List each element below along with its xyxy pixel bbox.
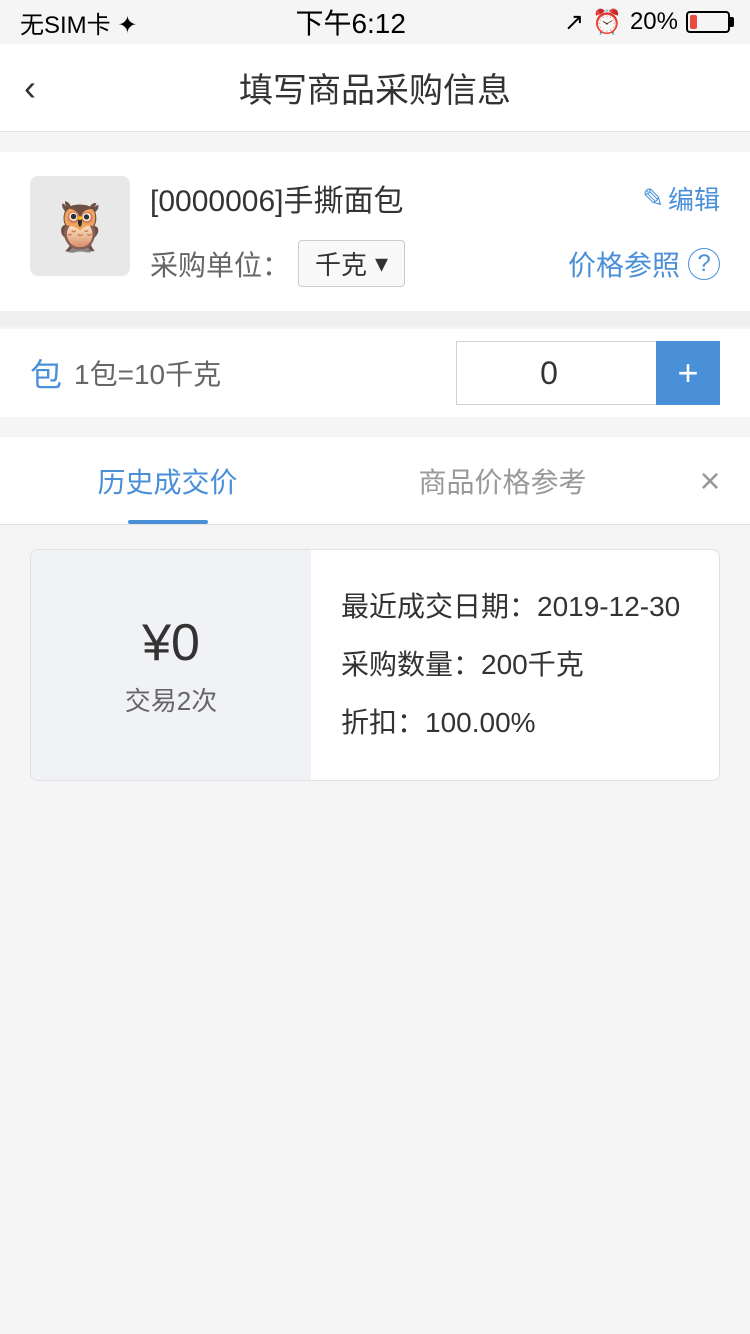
price-ref-help-icon: ? — [688, 248, 720, 280]
discount-value: 100.00% — [425, 707, 536, 738]
battery-icon — [686, 11, 730, 33]
quantity-input[interactable] — [456, 341, 656, 405]
tab-active-indicator — [128, 520, 208, 524]
product-name-row: [0000006]手撕面包 ✎ 编辑 — [150, 176, 720, 220]
unit-value: 千克 — [315, 245, 367, 282]
alarm-icon: ⏰ — [592, 8, 622, 37]
quantity-row: 包 1包=10千克 + — [0, 329, 750, 417]
status-bar: 无SIM卡 ✦ 下午6:12 ↗ ⏰ 20% — [0, 0, 750, 44]
status-left: 无SIM卡 ✦ — [20, 5, 137, 40]
recent-date-label: 最近成交日期： — [341, 591, 537, 622]
unit-conversion-text: 1包=10千克 — [74, 353, 221, 393]
divider-1 — [0, 311, 750, 327]
tab-history-price[interactable]: 历史成交价 — [0, 437, 335, 524]
history-purchase-qty: 采购数量：200千克 — [341, 644, 689, 686]
product-logo-icon: 🦉 — [50, 198, 110, 255]
unit-selector[interactable]: 千克 ▾ — [298, 240, 405, 287]
back-button[interactable]: ‹ — [24, 67, 36, 109]
status-right: ↗ ⏰ 20% — [564, 8, 730, 37]
history-price-summary: ¥0 交易2次 — [31, 550, 311, 780]
product-thumbnail: 🦉 — [30, 176, 130, 276]
history-discount: 折扣：100.00% — [341, 702, 689, 744]
edit-button[interactable]: ✎ 编辑 — [642, 180, 720, 217]
edit-icon: ✎ — [642, 183, 664, 214]
price-ref-label: 价格参照 — [568, 244, 680, 284]
quantity-plus-button[interactable]: + — [656, 341, 720, 405]
location-icon: ↗ — [564, 8, 584, 37]
tabs-bar: 历史成交价 商品价格参考 × — [0, 437, 750, 525]
recent-date-value: 2019-12-30 — [537, 591, 680, 622]
status-time: 下午6:12 — [295, 2, 406, 42]
purchase-qty-label: 采购数量： — [341, 649, 481, 680]
tab-product-price-ref[interactable]: 商品价格参考 — [335, 437, 670, 524]
quantity-unit-info: 包 1包=10千克 — [30, 350, 221, 396]
history-card: ¥0 交易2次 最近成交日期：2019-12-30 采购数量：200千克 折扣：… — [30, 549, 720, 781]
carrier-text: 无SIM卡 ✦ — [20, 5, 137, 40]
history-details: 最近成交日期：2019-12-30 采购数量：200千克 折扣：100.00% — [311, 550, 719, 780]
unit-arrow-icon: ▾ — [375, 248, 388, 279]
product-name: [0000006]手撕面包 — [150, 176, 403, 220]
history-avg-price: ¥0 — [142, 613, 200, 673]
edit-label: 编辑 — [668, 180, 720, 217]
product-info: [0000006]手撕面包 ✎ 编辑 采购单位： 千克 ▾ 价格参照 ? — [150, 176, 720, 287]
page-title: 填写商品采购信息 — [239, 63, 511, 112]
battery-fill — [690, 15, 697, 29]
history-recent-date: 最近成交日期：2019-12-30 — [341, 586, 689, 628]
discount-label: 折扣： — [341, 707, 425, 738]
price-ref-button[interactable]: 价格参照 ? — [568, 244, 720, 284]
battery-percent-text: 20% — [630, 8, 678, 36]
purchase-unit-row: 采购单位： 千克 ▾ 价格参照 ? — [150, 240, 720, 287]
tab-history-label: 历史成交价 — [97, 461, 237, 501]
quantity-controls: + — [456, 341, 720, 405]
tabs-close-button[interactable]: × — [670, 460, 750, 502]
tab-product-price-label: 商品价格参考 — [418, 461, 586, 501]
product-card: 🦉 [0000006]手撕面包 ✎ 编辑 采购单位： 千克 ▾ — [0, 152, 750, 311]
product-header: 🦉 [0000006]手撕面包 ✎ 编辑 采购单位： 千克 ▾ — [30, 176, 720, 287]
history-trade-count: 交易2次 — [125, 681, 217, 718]
purchase-unit-label: 采购单位： — [150, 244, 290, 284]
unit-badge: 包 — [30, 350, 62, 396]
nav-bar: ‹ 填写商品采购信息 — [0, 44, 750, 132]
purchase-qty-value: 200千克 — [481, 649, 584, 680]
history-section: ¥0 交易2次 最近成交日期：2019-12-30 采购数量：200千克 折扣：… — [0, 525, 750, 805]
